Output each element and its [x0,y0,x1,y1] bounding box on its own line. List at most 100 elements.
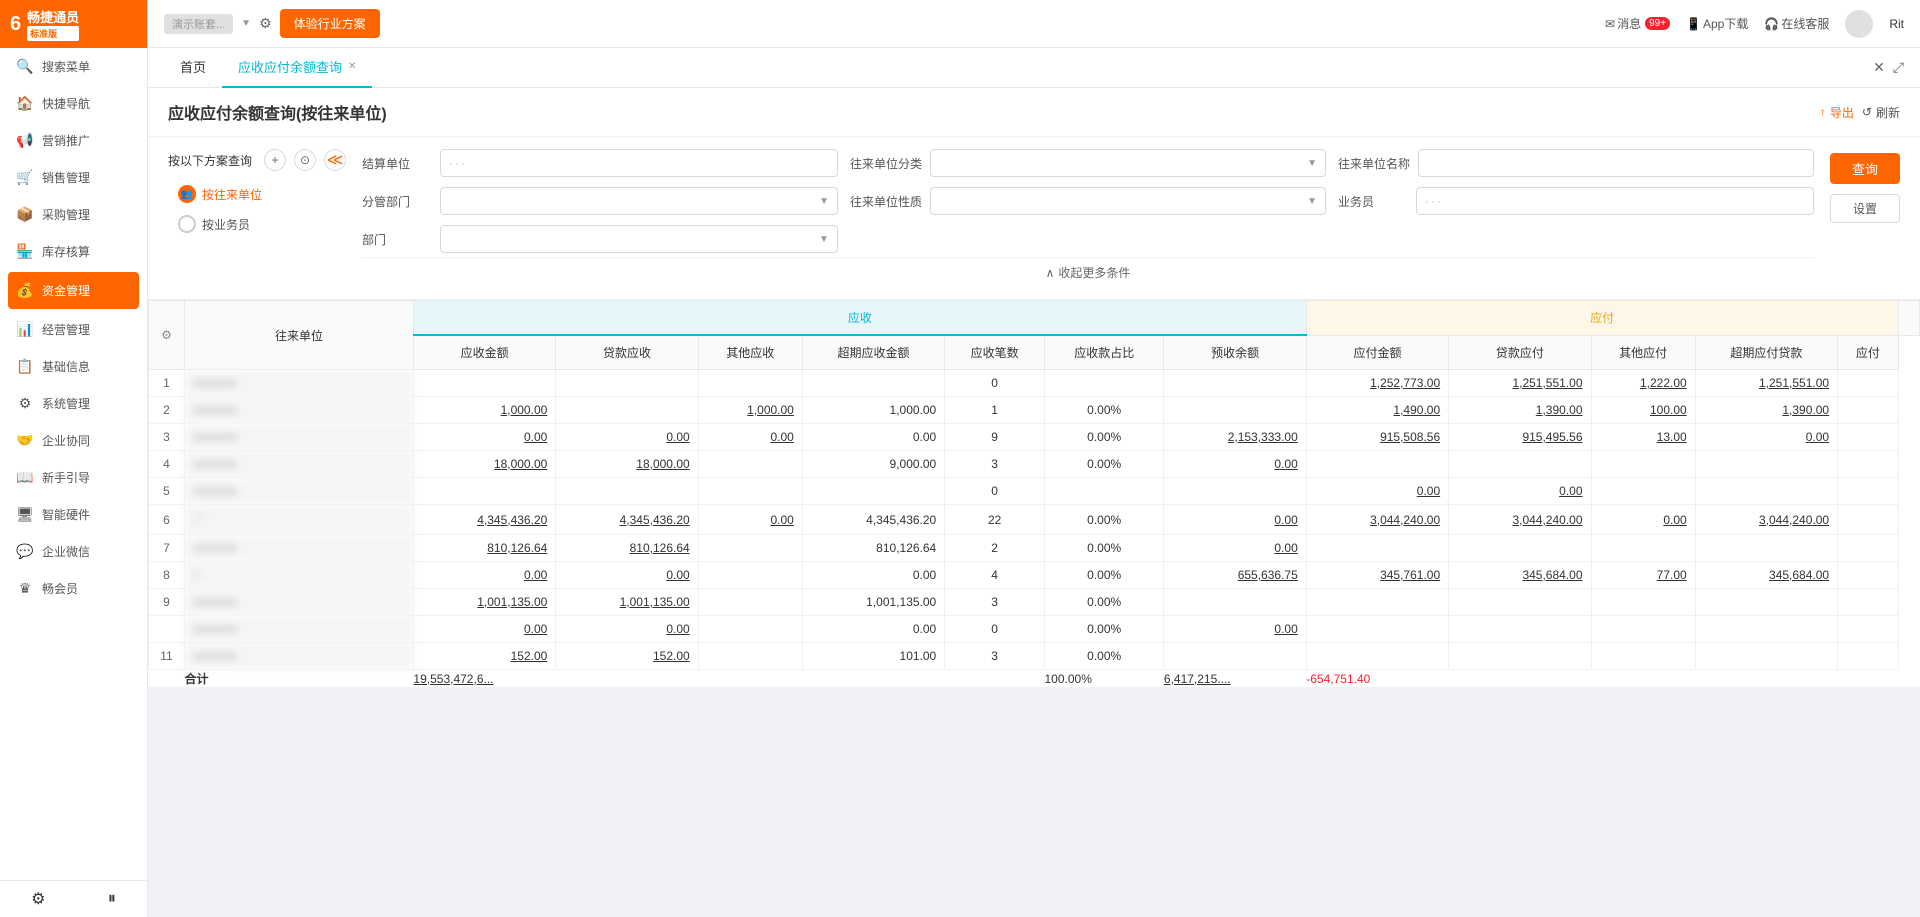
sidebar-item-wechat[interactable]: 💬 企业微信 [0,533,147,570]
total-ar-amount[interactable]: 19,553,472,6... [413,670,555,688]
messages-link[interactable]: ✉ 消息 99+ [1605,15,1670,32]
table-gear-icon[interactable]: ⚙ [161,328,172,342]
online-service-link[interactable]: 🎧 在线客服 [1764,15,1829,32]
col-other-ap: 其他应付 [1591,335,1695,370]
sidebar-item-purchase[interactable]: 📦 采购管理 [0,196,147,233]
export-icon: ↑ [1820,105,1826,119]
wechat-icon: 💬 [16,543,34,560]
col-extra [1898,301,1919,336]
filter-nature: 往来单位性质 ▼ [850,187,1326,215]
sidebar-item-collab[interactable]: 🤝 企业协同 [0,422,147,459]
guide-icon: 📖 [16,469,34,486]
filter-category: 往来单位分类 ▼ [850,149,1326,177]
company-input[interactable]: ··· [440,149,838,177]
tab-close-window-icon[interactable]: ✕ [1873,59,1885,76]
col-partner: 往来单位 [185,301,414,370]
total-ap-amount: -654,751.40 [1306,670,1448,688]
partner-name-input[interactable] [1418,149,1814,177]
sidebar-item-inventory[interactable]: 🏪 库存核算 [0,233,147,270]
table-sub-header: 应收金额 贷款应收 其他应收 超期应收金额 应收笔数 应收款占比 预收余额 应付… [149,335,1920,370]
sidebar-bottom: ⚙ ⏸ [0,880,147,917]
data-table: ⚙ 往来单位 应收 应付 应收金额 贷款应收 其他应收 超期应收金额 应收笔数 … [148,300,1920,687]
filter-partner-name: 往来单位名称 [1338,149,1814,177]
mode-by-customer[interactable]: 👥 按往来单位 [168,179,346,209]
marketing-icon: 📢 [16,132,34,149]
table-row: 8P0.000.000.0040.00%655,636.75345,761.00… [149,562,1920,589]
col-ar-count: 应收笔数 [945,335,1045,370]
system-icon: ⚙ [16,395,34,412]
app-logo: 6 畅捷通员 标准版 [0,0,147,48]
collapse-scheme-btn[interactable]: ≪ [324,149,346,171]
sidebar-item-operations[interactable]: 📊 经营管理 [0,311,147,348]
sidebar-collapse-icon[interactable]: ⏸ [108,890,116,908]
table-row: 4■■■■■■18,000.0018,000.009,000.0030.00%0… [149,451,1920,478]
total-prepay[interactable]: 6,417,215.... [1164,670,1306,688]
search-icon: 🔍 [16,58,34,75]
col-prepay: 预收余额 [1164,335,1306,370]
top-header: 演示账套... ▼ ⚙ 体验行业方案 ✉ 消息 99+ 📱 App下载 🎧 在线… [148,0,1920,48]
finance-icon: 💰 [16,282,34,299]
tab-ar-query[interactable]: 应收应付余额查询 ✕ [222,48,372,88]
settings-scheme-btn[interactable]: ⊙ [294,149,316,171]
mode-by-salesman[interactable]: 按业务员 [168,209,346,239]
add-scheme-btn[interactable]: + [264,149,286,171]
table-row: 6广4,345,436.204,345,436.200.004,345,436.… [149,505,1920,535]
table-row: 5■■■■■■00.000.00 [149,478,1920,505]
col-group-ap: 应付 [1306,301,1898,336]
tab-close-icon[interactable]: ✕ [348,61,356,72]
sidebar-item-hardware[interactable]: 🖥 智能硬件 [0,496,147,533]
export-button[interactable]: ↑ 导出 [1820,104,1854,121]
col-loan-ar: 贷款应收 [556,335,698,370]
tab-bar: 首页 应收应付余额查询 ✕ ✕ ⤢ [148,48,1920,88]
dept-input[interactable]: ▼ [440,187,838,215]
col-overdue-ar: 超期应收金额 [802,335,944,370]
sidebar-item-vip[interactable]: ♛ 畅会员 [0,570,147,607]
table-row: 2■■■■■■1,000.001,000.001,000.0010.00%1,4… [149,397,1920,424]
nature-input[interactable]: ▼ [930,187,1326,215]
refresh-icon: ↺ [1862,105,1872,119]
tab-maximize-icon[interactable]: ⤢ [1893,59,1904,76]
sidebar-item-basic[interactable]: 📋 基础信息 [0,348,147,385]
tab-home[interactable]: 首页 [164,48,222,88]
logo-char: 6 [10,13,21,36]
page-title: 应收应付余额查询(按往来单位) [168,100,387,136]
message-badge: 99+ [1645,17,1670,30]
sidebar-item-search[interactable]: 🔍 搜索菜单 [0,48,147,85]
col-ap: 应付 [1838,335,1899,370]
inventory-icon: 🏪 [16,243,34,260]
query-button[interactable]: 查询 [1830,153,1900,184]
col-settings[interactable]: ⚙ [149,301,185,370]
table-wrap[interactable]: ⚙ 往来单位 应收 应付 应收金额 贷款应收 其他应收 超期应收金额 应收笔数 … [148,300,1920,687]
header-breadcrumb: 演示账套... ▼ ⚙ 体验行业方案 [164,9,1593,38]
table-row: 3■■■■■■0.000.000.000.0090.00%2,153,333.0… [149,424,1920,451]
message-icon: ✉ [1605,17,1615,31]
col-ar-amount: 应收金额 [413,335,555,370]
col-overdue-ap: 超期应付贷款 [1695,335,1837,370]
setting-button[interactable]: 设置 [1830,194,1900,223]
app-edition: 标准版 [27,26,79,41]
sidebar-item-nav[interactable]: 🏠 快捷导航 [0,85,147,122]
mode-inactive-dot [178,215,196,233]
settings-gear-icon[interactable]: ⚙ [259,15,272,32]
salesman-input[interactable]: ··· [1416,187,1814,215]
sidebar-item-sales[interactable]: 🛒 销售管理 [0,159,147,196]
department-input[interactable]: ▼ [440,225,838,253]
collapse-more-btn[interactable]: ∧ 收起更多条件 [362,257,1814,287]
trial-button[interactable]: 体验行业方案 [280,9,380,38]
filter-department: 部门 ▼ [362,225,838,253]
sidebar-item-guide[interactable]: 📖 新手引导 [0,459,147,496]
page-header: 应收应付余额查询(按往来单位) ↑ 导出 ↺ 刷新 [148,88,1920,137]
sidebar-item-system[interactable]: ⚙ 系统管理 [0,385,147,422]
category-input[interactable]: ▼ [930,149,1326,177]
refresh-button[interactable]: ↺ 刷新 [1862,104,1900,121]
sidebar-settings-icon[interactable]: ⚙ [31,889,45,909]
user-avatar[interactable] [1845,10,1873,38]
table-row: 1■■■■■■01,252,773.001,251,551.001,222.00… [149,370,1920,397]
sidebar-item-marketing[interactable]: 📢 营销推广 [0,122,147,159]
sidebar-item-finance[interactable]: 💰 资金管理 [8,272,139,309]
col-other-ar: 其他应收 [698,335,802,370]
app-download-link[interactable]: 📱 App下载 [1686,15,1748,32]
vip-icon: ♛ [16,580,34,597]
data-table-container: ⚙ 往来单位 应收 应付 应收金额 贷款应收 其他应收 超期应收金额 应收笔数 … [148,300,1920,687]
app-download-icon: 📱 [1686,17,1701,31]
